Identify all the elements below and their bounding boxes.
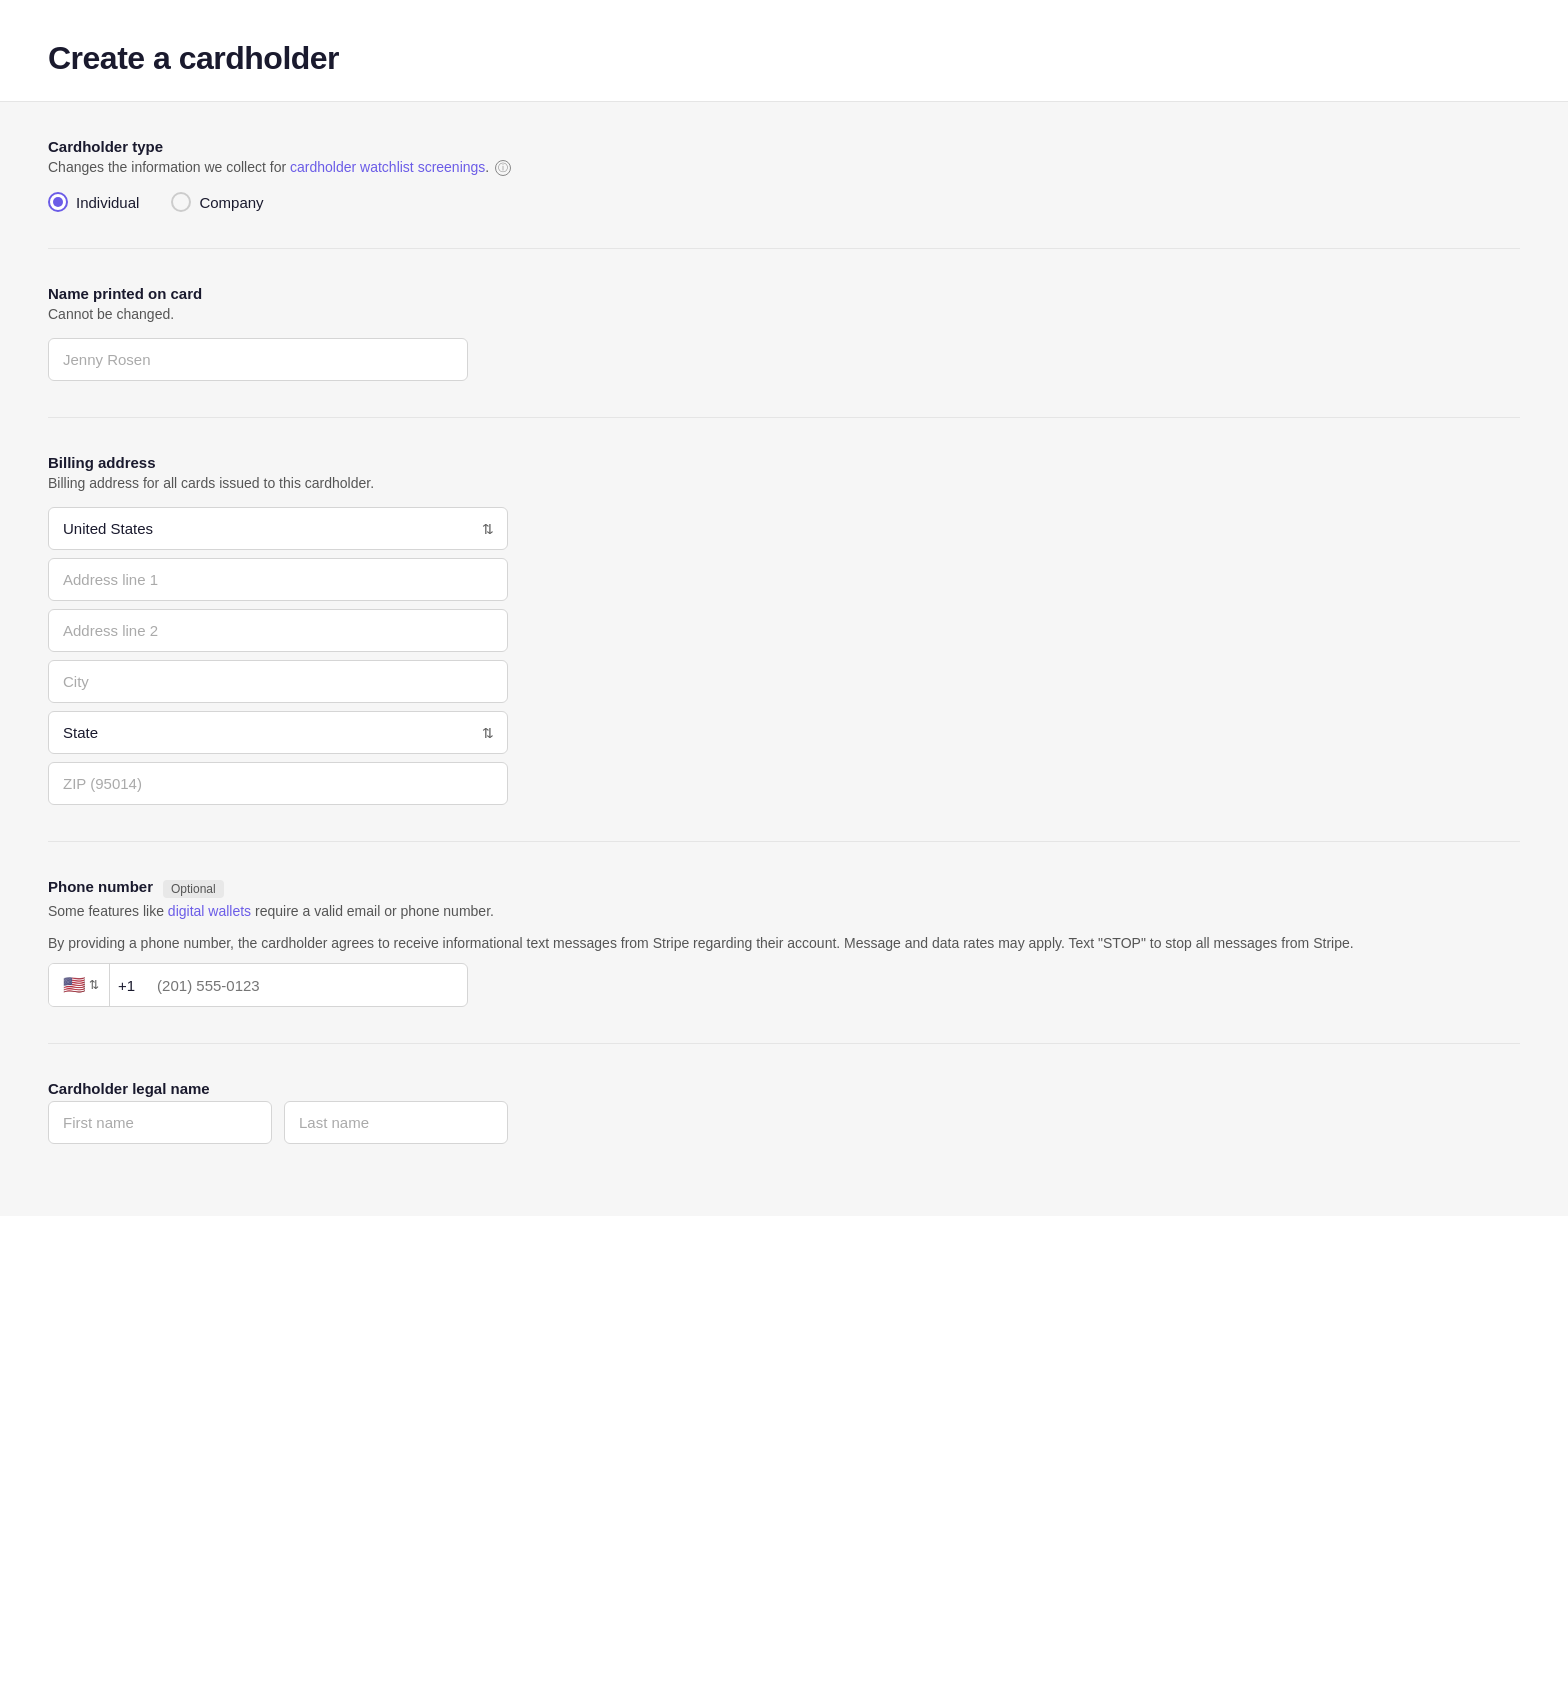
- address-fields: United States Canada United Kingdom ⇅ St…: [48, 507, 508, 805]
- watchlist-link[interactable]: cardholder watchlist screenings: [290, 159, 485, 175]
- legal-name-label: Cardholder legal name: [48, 1080, 1520, 1097]
- state-select[interactable]: State California New York Texas: [48, 711, 508, 754]
- divider-3: [48, 841, 1520, 842]
- city-input[interactable]: [48, 660, 508, 703]
- name-on-card-block: Name printed on card Cannot be changed.: [48, 285, 1520, 381]
- radio-company-label: Company: [199, 194, 263, 211]
- description-prefix: Changes the information we collect for: [48, 159, 290, 175]
- divider-2: [48, 417, 1520, 418]
- page-title: Create a cardholder: [48, 40, 1520, 77]
- phone-number-input[interactable]: [143, 965, 467, 1006]
- cardholder-type-label: Cardholder type: [48, 138, 1520, 155]
- legal-name-section: Cardholder legal name: [48, 1080, 1520, 1144]
- divider-4: [48, 1043, 1520, 1044]
- phone-desc1-prefix: Some features like: [48, 903, 168, 919]
- radio-individual-label: Individual: [76, 194, 139, 211]
- page-container: Create a cardholder Cardholder type Chan…: [0, 0, 1568, 1682]
- info-icon[interactable]: ⓘ: [495, 160, 511, 176]
- cardholder-type-description: Changes the information we collect for c…: [48, 159, 1520, 176]
- address-line1-input[interactable]: [48, 558, 508, 601]
- radio-individual[interactable]: Individual: [48, 192, 139, 212]
- radio-individual-input[interactable]: [48, 192, 68, 212]
- optional-badge: Optional: [163, 880, 224, 898]
- content-section: Cardholder type Changes the information …: [0, 102, 1568, 1216]
- first-name-input[interactable]: [48, 1101, 272, 1144]
- phone-input-wrapper: 🇺🇸 ⇅ +1: [48, 963, 468, 1007]
- digital-wallets-link[interactable]: digital wallets: [168, 903, 251, 919]
- country-select[interactable]: United States Canada United Kingdom: [48, 507, 508, 550]
- phone-description1: Some features like digital wallets requi…: [48, 903, 1520, 919]
- billing-address-description: Billing address for all cards issued to …: [48, 475, 1520, 491]
- name-on-card-description: Cannot be changed.: [48, 306, 1520, 322]
- country-select-wrapper: United States Canada United Kingdom ⇅: [48, 507, 508, 550]
- header-section: Create a cardholder: [0, 0, 1568, 102]
- billing-address-block: Billing address Billing address for all …: [48, 454, 1520, 805]
- name-on-card-label: Name printed on card: [48, 285, 1520, 302]
- phone-country-code: +1: [110, 965, 143, 1006]
- phone-flag-chevron-icon: ⇅: [89, 978, 99, 992]
- radio-company-input[interactable]: [171, 192, 191, 212]
- phone-section: Phone number Optional Some features like…: [48, 878, 1520, 1007]
- state-select-wrapper: State California New York Texas ⇅: [48, 711, 508, 754]
- zip-input[interactable]: [48, 762, 508, 805]
- radio-company[interactable]: Company: [171, 192, 263, 212]
- cardholder-type-radio-group: Individual Company: [48, 192, 1520, 212]
- billing-address-label: Billing address: [48, 454, 1520, 471]
- divider-1: [48, 248, 1520, 249]
- phone-label-row: Phone number Optional: [48, 878, 1520, 899]
- phone-label: Phone number: [48, 878, 153, 895]
- cardholder-type-block: Cardholder type Changes the information …: [48, 138, 1520, 212]
- name-input-wrapper: [48, 338, 468, 381]
- last-name-input[interactable]: [284, 1101, 508, 1144]
- name-on-card-input[interactable]: [48, 338, 468, 381]
- address-line2-input[interactable]: [48, 609, 508, 652]
- legal-name-row: [48, 1101, 508, 1144]
- phone-flag-selector[interactable]: 🇺🇸 ⇅: [49, 964, 110, 1006]
- phone-description2: By providing a phone number, the cardhol…: [48, 935, 1520, 951]
- flag-icon: 🇺🇸: [63, 976, 85, 994]
- description-suffix: .: [485, 159, 489, 175]
- phone-desc1-suffix: require a valid email or phone number.: [251, 903, 494, 919]
